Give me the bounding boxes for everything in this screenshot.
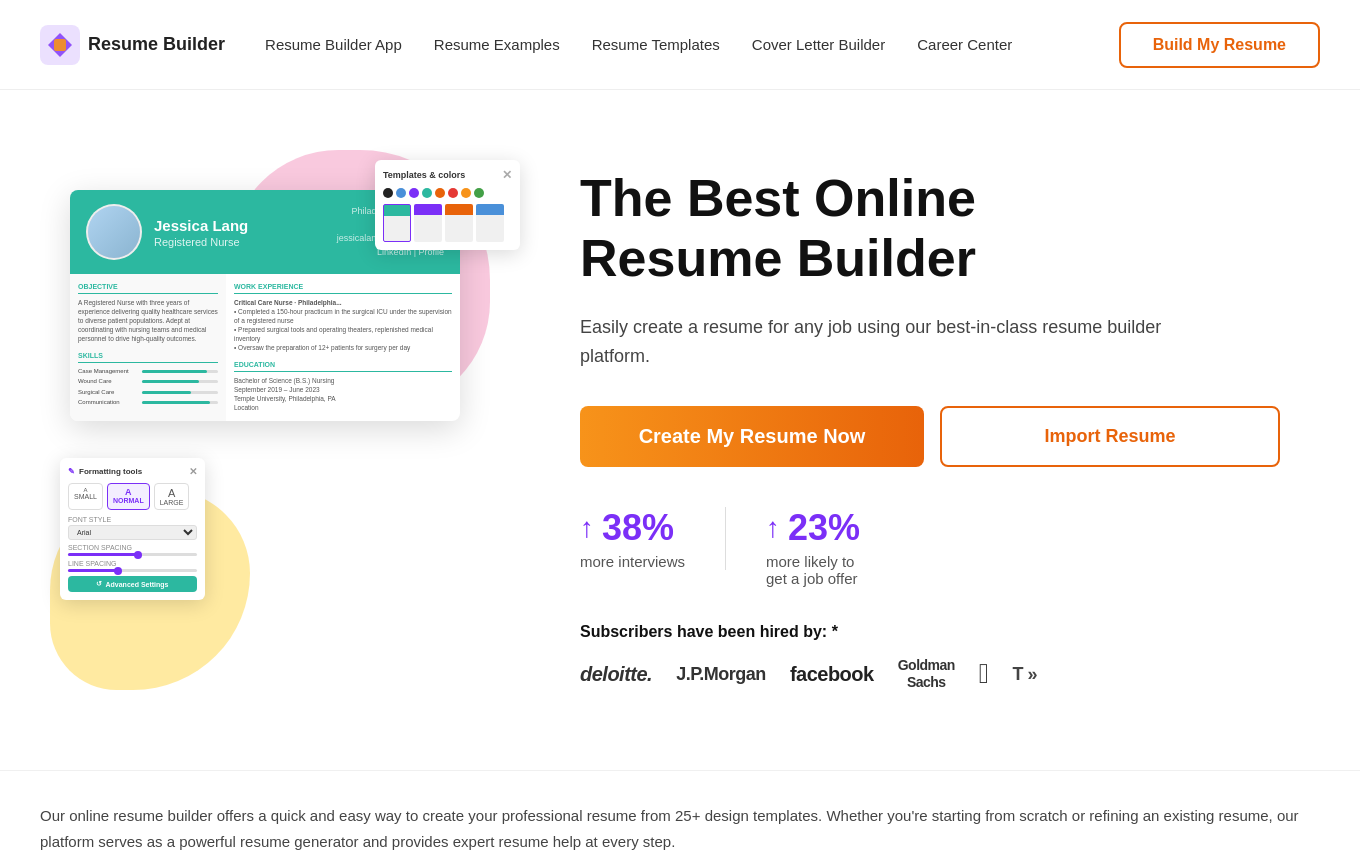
stat1-number: 38% [602,507,674,549]
svg-rect-1 [54,39,66,51]
font-size-normal-button[interactable]: A NORMAL [107,483,150,510]
advanced-settings-button[interactable]: ↺ Advanced Settings [68,576,197,592]
template-thumb-4[interactable] [476,204,504,242]
swatch-yellow[interactable] [461,188,471,198]
goldman-sachs-logo: Goldman Sachs [898,657,955,691]
line-spacing-track [68,569,197,572]
templates-panel-title: Templates & colors [383,170,465,180]
nav-resume-examples[interactable]: Resume Examples [434,36,560,53]
resume-avatar [86,204,142,260]
format-icon: ✎ [68,467,75,476]
import-resume-button[interactable]: Import Resume [940,406,1280,467]
section-spacing-track [68,553,197,556]
hero-title: The Best Online Resume Builder [580,169,1280,289]
facebook-logo: facebook [790,663,874,686]
nav-resume-builder-app[interactable]: Resume Builder App [265,36,402,53]
company-logos-row: deloitte. J.P.Morgan facebook Goldman Sa… [580,657,1280,691]
stats-row: ↑ 38% more interviews ↑ 23% more likely … [580,507,1280,587]
hero-section: Templates & colors ✕ [0,90,1360,770]
stat2-arrow-icon: ↑ [766,512,780,544]
logo-icon [40,25,80,65]
stat1-arrow-icon: ↑ [580,512,594,544]
swatch-teal[interactable] [422,188,432,198]
formatting-tools-title: Formatting tools [79,467,142,476]
nav-career-center[interactable]: Career Center [917,36,1012,53]
color-swatches [383,188,512,198]
nav-resume-templates[interactable]: Resume Templates [592,36,720,53]
swatch-black[interactable] [383,188,393,198]
resume-name-block: Jessica Lang Registered Nurse [154,217,325,248]
font-size-controls: A SMALL A NORMAL A LARGE [68,483,197,510]
stat-interviews: ↑ 38% more interviews [580,507,726,570]
bottom-description: Our online resume builder offers a quick… [0,770,1360,859]
swatch-green[interactable] [474,188,484,198]
create-resume-button[interactable]: Create My Resume Now [580,406,924,467]
templates-colors-panel: Templates & colors ✕ [375,160,520,250]
line-spacing-thumb[interactable] [114,567,122,575]
section-spacing-thumb[interactable] [134,551,142,559]
template-thumb-1[interactable] [383,204,411,242]
deloitte-logo: deloitte. [580,663,652,686]
swatch-blue[interactable] [396,188,406,198]
hired-by-title: Subscribers have been hired by: * [580,623,1280,641]
nav-build-resume-button[interactable]: Build My Resume [1119,22,1320,68]
resume-body: Objective A Registered Nurse with three … [70,274,460,421]
font-style-row: FONT STYLE Arial Times New Roman [68,516,197,540]
logo-link[interactable]: Resume Builder [40,25,225,65]
close-format-icon[interactable]: ✕ [189,466,197,477]
swatch-red[interactable] [448,188,458,198]
stat1-description: more interviews [580,553,685,570]
close-icon[interactable]: ✕ [502,168,512,182]
swatch-orange[interactable] [435,188,445,198]
template-thumb-2[interactable] [414,204,442,242]
font-size-large-button[interactable]: A LARGE [154,483,190,510]
hero-right: The Best Online Resume Builder Easily cr… [520,169,1320,691]
hired-by-section: Subscribers have been hired by: * deloit… [580,623,1280,691]
line-spacing-row: LINE SPACING [68,560,197,572]
nav-cover-letter-builder[interactable]: Cover Letter Builder [752,36,885,53]
stat-job-offer: ↑ 23% more likely to get a job offer [766,507,900,587]
resume-right-column: Work Experience Critical Care Nurse · Ph… [226,274,460,421]
template-thumbnails [383,204,512,242]
nav-links: Resume Builder App Resume Examples Resum… [265,36,1119,54]
template-thumb-3[interactable] [445,204,473,242]
apple-logo:  [979,658,989,690]
font-size-small-button[interactable]: A SMALL [68,483,103,510]
navbar: Resume Builder Resume Builder App Resume… [0,0,1360,90]
resume-left-column: Objective A Registered Nurse with three … [70,274,226,421]
resume-job-title: Registered Nurse [154,236,325,248]
t-mobile-logo: T » [1013,664,1038,685]
reset-icon: ↺ [96,580,102,588]
formatting-tools-panel: ✎ Formatting tools ✕ A SMALL A NORMAL A … [60,458,205,600]
section-spacing-row: SECTION SPACING [68,544,197,556]
font-style-select[interactable]: Arial Times New Roman [68,525,197,540]
logo-text: Resume Builder [88,34,225,55]
stat2-description: more likely to get a job offer [766,553,860,587]
hero-cta-buttons: Create My Resume Now Import Resume [580,406,1280,467]
avatar-image [88,206,140,258]
resume-name: Jessica Lang [154,217,325,234]
swatch-purple[interactable] [409,188,419,198]
hero-left: Templates & colors ✕ [40,140,520,720]
jpmorgan-logo: J.P.Morgan [676,664,766,685]
hero-subtitle: Easily create a resume for any job using… [580,313,1220,371]
stat2-number: 23% [788,507,860,549]
